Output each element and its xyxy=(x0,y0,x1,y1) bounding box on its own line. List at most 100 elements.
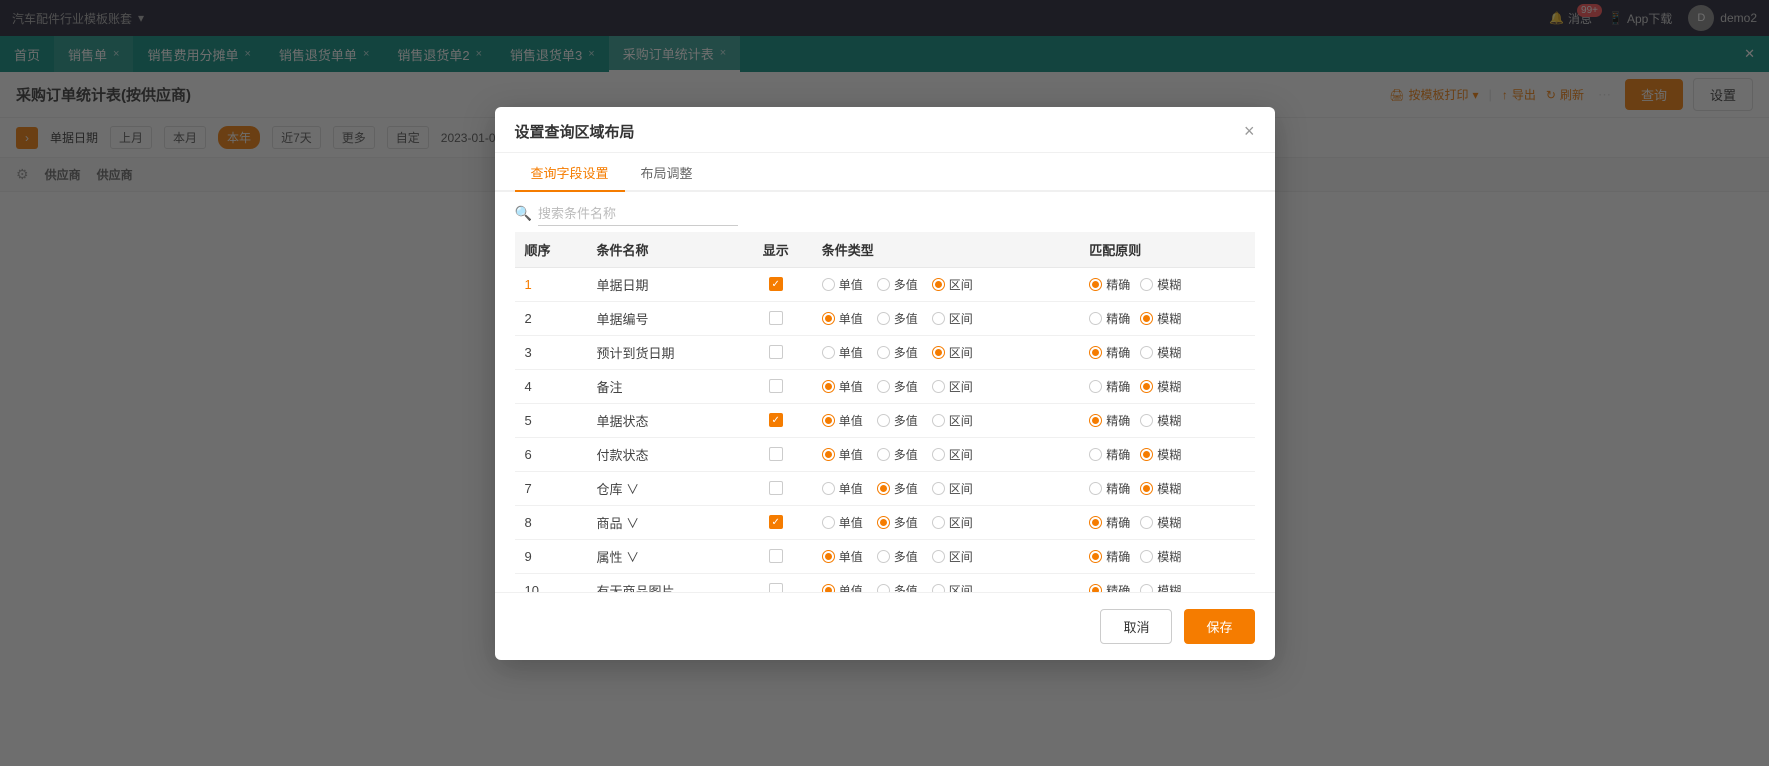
modal-tab-layout[interactable]: 布局调整 xyxy=(625,155,709,192)
type-radio-item[interactable]: 单值 xyxy=(822,344,863,361)
type-radio-item[interactable]: 单值 xyxy=(822,378,863,395)
display-checkbox[interactable] xyxy=(750,549,802,563)
type-radio-item[interactable]: 区间 xyxy=(932,412,973,429)
type-radio-item[interactable]: 区间 xyxy=(932,276,973,293)
match-radio-item[interactable]: 模糊 xyxy=(1140,276,1181,293)
match-radio-group: 精确模糊 xyxy=(1089,412,1244,429)
radio-label: 多值 xyxy=(894,276,918,293)
match-radio-item[interactable]: 精确 xyxy=(1089,276,1130,293)
match-radio-item[interactable]: 精确 xyxy=(1089,344,1130,361)
match-radio-item[interactable]: 精确 xyxy=(1089,480,1130,497)
type-radio-item[interactable]: 单值 xyxy=(822,412,863,429)
match-radio-item[interactable]: 模糊 xyxy=(1140,446,1181,463)
radio-dot xyxy=(822,448,835,461)
modal-tab-query-fields[interactable]: 查询字段设置 xyxy=(515,155,625,192)
row-type-cell: 单值 多值区间 xyxy=(812,301,1080,335)
match-radio-item[interactable]: 模糊 xyxy=(1140,412,1181,429)
match-radio-item[interactable]: 模糊 xyxy=(1140,344,1181,361)
type-radio-item[interactable]: 多值 xyxy=(877,582,918,592)
type-radio-item[interactable]: 多值 xyxy=(877,378,918,395)
display-checkbox[interactable] xyxy=(750,345,802,359)
radio-label: 单值 xyxy=(839,480,863,497)
type-radio-item[interactable]: 多值 xyxy=(877,446,918,463)
radio-label: 精确 xyxy=(1106,582,1130,592)
match-radio-item[interactable]: 精确 xyxy=(1089,514,1130,531)
match-radio-item[interactable]: 模糊 xyxy=(1140,310,1181,327)
match-radio-item[interactable]: 模糊 xyxy=(1140,548,1181,565)
radio-label: 多值 xyxy=(894,548,918,565)
type-radio-item[interactable]: 单值 xyxy=(822,514,863,531)
row-order: 4 xyxy=(515,369,587,403)
match-radio-item[interactable]: 精确 xyxy=(1089,378,1130,395)
radio-dot xyxy=(1140,448,1153,461)
match-radio-item[interactable]: 精确 xyxy=(1089,582,1130,592)
display-checkbox[interactable] xyxy=(750,413,802,427)
display-checkbox[interactable] xyxy=(750,447,802,461)
col-display: 显示 xyxy=(740,232,812,268)
search-input[interactable] xyxy=(538,202,738,226)
match-radio-item[interactable]: 模糊 xyxy=(1140,378,1181,395)
type-radio-item[interactable]: 区间 xyxy=(932,548,973,565)
type-radio-item[interactable]: 单值 xyxy=(822,582,863,592)
type-radio-item[interactable]: 多值 xyxy=(877,344,918,361)
type-radio-item[interactable]: 区间 xyxy=(932,446,973,463)
modal-close-button[interactable]: × xyxy=(1244,122,1255,140)
type-radio-item[interactable]: 区间 xyxy=(932,378,973,395)
radio-dot xyxy=(1140,380,1153,393)
save-button[interactable]: 保存 xyxy=(1184,609,1254,644)
modal-search-bar: 🔍 xyxy=(495,192,1275,232)
type-radio-item[interactable]: 多值 xyxy=(877,276,918,293)
checkbox-inner xyxy=(769,379,783,393)
match-radio-item[interactable]: 模糊 xyxy=(1140,480,1181,497)
display-checkbox[interactable] xyxy=(750,277,802,291)
type-radio-item[interactable]: 区间 xyxy=(932,344,973,361)
match-radio-item[interactable]: 精确 xyxy=(1089,310,1130,327)
type-radio-item[interactable]: 多值 xyxy=(877,310,918,327)
checkbox-inner xyxy=(769,277,783,291)
type-radio-group: 单值 多值 区间 xyxy=(822,582,1070,592)
type-radio-item[interactable]: 单值 xyxy=(822,276,863,293)
type-radio-item[interactable]: 区间 xyxy=(932,514,973,531)
type-radio-item[interactable]: 多值 xyxy=(877,480,918,497)
match-radio-item[interactable]: 模糊 xyxy=(1140,582,1181,592)
row-order: 5 xyxy=(515,403,587,437)
radio-dot xyxy=(1140,584,1153,592)
row-order: 10 xyxy=(515,573,587,592)
type-radio-item[interactable]: 多值 xyxy=(877,412,918,429)
radio-dot xyxy=(932,550,945,563)
radio-dot xyxy=(1089,550,1102,563)
match-radio-item[interactable]: 精确 xyxy=(1089,446,1130,463)
type-radio-item[interactable]: 区间 xyxy=(932,310,973,327)
cancel-button[interactable]: 取消 xyxy=(1100,609,1172,644)
type-radio-item[interactable]: 单值 xyxy=(822,446,863,463)
radio-label: 多值 xyxy=(894,310,918,327)
row-condition-name: 属性 ∨ xyxy=(586,539,739,573)
radio-label: 多值 xyxy=(894,514,918,531)
type-radio-group: 单值 多值区间 xyxy=(822,276,1070,293)
radio-label: 多值 xyxy=(894,412,918,429)
col-type: 条件类型 xyxy=(812,232,1080,268)
modal-table-wrap: 顺序 条件名称 显示 条件类型 匹配原则 1单据日期单值多值区间精确模糊2单据编… xyxy=(495,232,1275,592)
modal-overlay: 设置查询区域布局 × 查询字段设置 布局调整 🔍 顺序 条件名称 xyxy=(0,0,1769,766)
row-order: 6 xyxy=(515,437,587,471)
match-radio-item[interactable]: 模糊 xyxy=(1140,514,1181,531)
type-radio-item[interactable]: 多值 xyxy=(877,514,918,531)
match-radio-item[interactable]: 精确 xyxy=(1089,412,1130,429)
modal-footer: 取消 保存 xyxy=(495,592,1275,660)
radio-dot xyxy=(1089,584,1102,592)
display-checkbox[interactable] xyxy=(750,481,802,495)
display-checkbox[interactable] xyxy=(750,379,802,393)
radio-dot xyxy=(1140,346,1153,359)
display-checkbox[interactable] xyxy=(750,583,802,592)
type-radio-item[interactable]: 单值 xyxy=(822,480,863,497)
radio-label: 单值 xyxy=(839,548,863,565)
type-radio-item[interactable]: 单值 xyxy=(822,548,863,565)
type-radio-item[interactable]: 区间 xyxy=(932,582,973,592)
match-radio-item[interactable]: 精确 xyxy=(1089,548,1130,565)
display-checkbox[interactable] xyxy=(750,515,802,529)
type-radio-item[interactable]: 区间 xyxy=(932,480,973,497)
type-radio-item[interactable]: 多值 xyxy=(877,548,918,565)
type-radio-item[interactable]: 单值 xyxy=(822,310,863,327)
match-radio-group: 精确模糊 xyxy=(1089,310,1244,327)
display-checkbox[interactable] xyxy=(750,311,802,325)
